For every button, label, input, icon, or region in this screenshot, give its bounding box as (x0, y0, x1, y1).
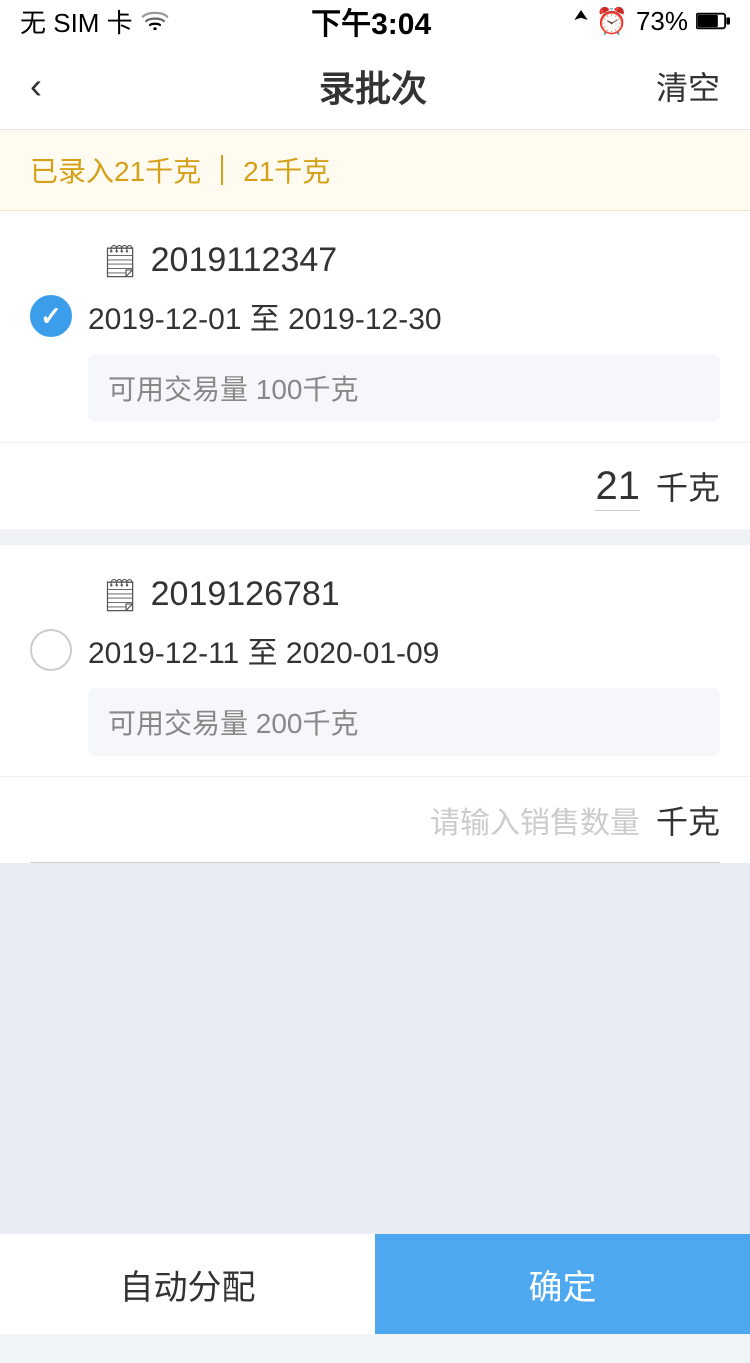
batch2-id-row: 🗒 2019126781 (30, 575, 720, 614)
batch2-id-icon: 🗒 (100, 576, 141, 614)
nav-bar: ‹ 录批次 清空 (0, 42, 750, 130)
batch2-input-unit: 千克 (656, 797, 720, 843)
page-title: 录批次 (319, 60, 427, 112)
batch2-amount-row[interactable]: 请输入销售数量 千克 (0, 776, 750, 863)
batch2-date-text: 2019-12-11 至 2020-01-09 (88, 628, 439, 672)
batch2-input-underline (30, 862, 720, 863)
batch-item-2: 🗒 2019126781 2019-12-11 至 2020-01-09 可用交… (0, 545, 750, 776)
recorded-label: 已录入21千克 (30, 150, 201, 190)
recorded-value: 21千克 (243, 150, 330, 190)
batch2-input-placeholder: 请输入销售数量 (30, 798, 640, 842)
batch1-amount-unit: 千克 (656, 463, 720, 509)
wifi-icon (141, 6, 169, 37)
batch1-amount-row: 21 千克 (0, 442, 750, 529)
batch2-id-text: 2019126781 (151, 575, 340, 614)
batch1-date-row[interactable]: 2019-12-01 至 2019-12-30 (30, 294, 720, 338)
batch1-amount-value: 21 (595, 464, 640, 509)
status-time: 下午3:04 (311, 0, 431, 43)
batch1-date-text: 2019-12-01 至 2019-12-30 (88, 294, 442, 338)
batch2-available: 可用交易量 200千克 (88, 688, 720, 756)
gray-area (0, 863, 750, 1263)
section-divider (0, 529, 750, 545)
no-sim-label: 无 SIM 卡 (20, 3, 133, 40)
battery-icon (696, 6, 730, 37)
batch1-id-icon: 🗒 (100, 242, 141, 280)
batch2-date-row[interactable]: 2019-12-11 至 2020-01-09 (30, 628, 720, 672)
clear-button[interactable]: 清空 (656, 63, 720, 109)
bottom-bar: 自动分配 确定 (0, 1234, 750, 1334)
batch2-radio[interactable] (30, 629, 72, 671)
info-divider (221, 155, 223, 185)
batch1-id-row: 🗒 2019112347 (30, 241, 720, 280)
batch1-id-text: 2019112347 (151, 241, 338, 280)
info-bar: 已录入21千克 21千克 (0, 130, 750, 211)
auto-distribute-button[interactable]: 自动分配 (0, 1234, 375, 1334)
confirm-button[interactable]: 确定 (375, 1234, 750, 1334)
back-button[interactable]: ‹ (30, 65, 90, 107)
batch-item-1: 🗒 2019112347 2019-12-01 至 2019-12-30 可用交… (0, 211, 750, 442)
batch1-available: 可用交易量 100千克 (88, 354, 720, 422)
alarm-icon: ⏰ (596, 6, 628, 37)
batch1-radio[interactable] (30, 295, 72, 337)
battery-text: 73% (636, 6, 688, 37)
status-bar: 无 SIM 卡 下午3:04 ⏰ 73% (0, 0, 750, 42)
location-icon (574, 6, 588, 37)
